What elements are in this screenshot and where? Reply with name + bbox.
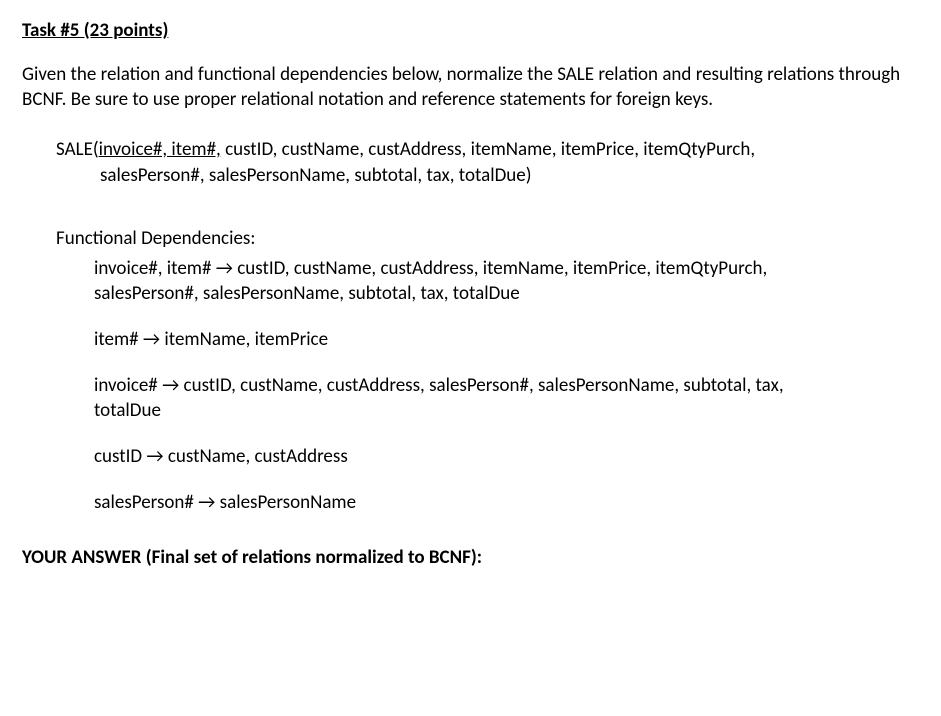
- fd-rhs-line1: salesPersonName: [215, 491, 356, 514]
- fd-section-header: Functional Dependencies:: [56, 226, 919, 252]
- fd-list: invoice#, item# → custID, custName, cust…: [94, 256, 919, 515]
- relation-prefix: SALE(: [56, 138, 99, 161]
- relation-definition: SALE(invoice#, item#, custID, custName, …: [56, 137, 919, 188]
- fd-item: custID → custName, custAddress: [94, 444, 919, 470]
- arrow-icon: →: [143, 328, 160, 351]
- arrow-icon: →: [146, 445, 163, 468]
- fd-rhs-line1: itemName, itemPrice: [160, 328, 328, 351]
- fd-item: item# → itemName, itemPrice: [94, 327, 919, 353]
- fd-item: invoice#, item# → custID, custName, cust…: [94, 256, 919, 307]
- task-header: Task #5 (23 points): [22, 18, 919, 44]
- fd-lhs: invoice#: [94, 374, 162, 397]
- intro-paragraph: Given the relation and functional depend…: [22, 62, 919, 113]
- fd-lhs: salesPerson#: [94, 491, 198, 514]
- arrow-icon: →: [216, 257, 233, 280]
- fd-rhs-line1: custID, custName, custAddress, salesPers…: [179, 374, 783, 397]
- fd-rhs-line1: custName, custAddress: [164, 445, 348, 468]
- fd-lhs: custID: [94, 445, 146, 468]
- relation-primary-keys: invoice#, item#,: [99, 138, 221, 161]
- fd-rhs-line1: custID, custName, custAddress, itemName,…: [233, 257, 767, 280]
- arrow-icon: →: [162, 374, 179, 397]
- relation-attributes-line1: custID, custName, custAddress, itemName,…: [221, 138, 755, 161]
- relation-attributes-line2: salesPerson#, salesPersonName, subtotal,…: [100, 163, 919, 189]
- fd-rhs-line2: salesPerson#, salesPersonName, subtotal,…: [94, 281, 919, 307]
- fd-lhs: item#: [94, 328, 143, 351]
- answer-section-header: YOUR ANSWER (Final set of relations norm…: [22, 545, 919, 571]
- fd-item: salesPerson# → salesPersonName: [94, 490, 919, 516]
- fd-rhs-line2: totalDue: [94, 398, 919, 424]
- arrow-icon: →: [198, 491, 215, 514]
- fd-lhs: invoice#, item#: [94, 257, 216, 280]
- fd-item: invoice# → custID, custName, custAddress…: [94, 373, 919, 424]
